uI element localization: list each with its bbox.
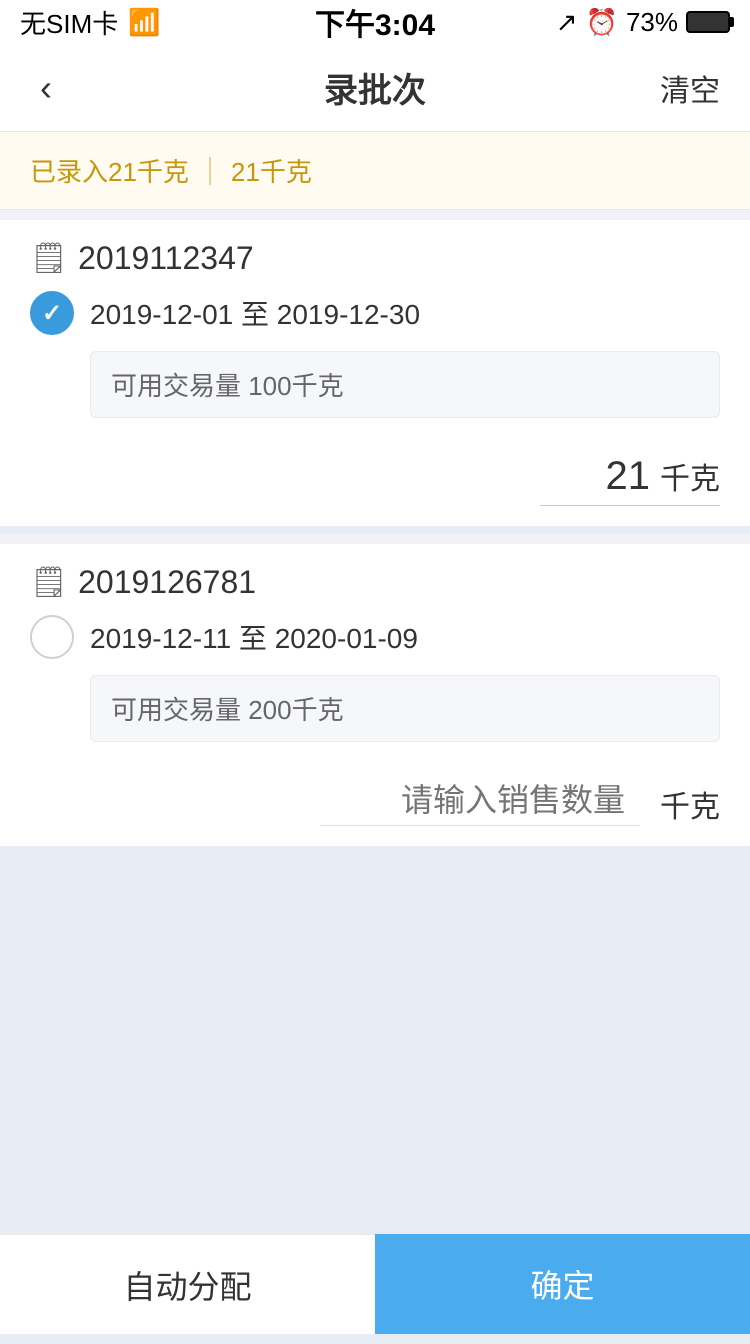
info-bar: 已录入21千克 21千克 xyxy=(0,132,750,210)
batch-date-row-1[interactable]: 2019-12-01 至 2019-12-30 xyxy=(30,291,720,335)
status-time: 下午3:04 xyxy=(315,0,435,44)
input-wrap-2 xyxy=(320,782,640,826)
status-right: ↗ ⏰ 73% xyxy=(556,7,730,38)
status-bar: 无SIM卡 📶 下午3:04 ↗ ⏰ 73% xyxy=(0,0,750,44)
wifi-icon: 📶 xyxy=(128,7,160,38)
batch-date-2: 2019-12-11 至 2020-01-09 xyxy=(90,617,418,657)
batch-doc-icon-2: 🗒 xyxy=(30,565,68,600)
amount-value-1: 21 xyxy=(606,454,651,499)
status-left: 无SIM卡 📶 xyxy=(20,4,161,41)
nav-bar: ‹ 录批次 清空 xyxy=(0,44,750,132)
amount-row-1: 21 千克 xyxy=(0,438,750,534)
input-unit-2: 千克 xyxy=(660,782,720,826)
batch-qty-1: 可用交易量 100千克 xyxy=(90,351,720,418)
batch-id-row-1: 🗒 2019112347 xyxy=(30,240,720,277)
amount-border-1 xyxy=(540,505,720,506)
back-button[interactable]: ‹ xyxy=(30,57,62,119)
alarm-icon: ⏰ xyxy=(586,7,618,38)
radio-2[interactable] xyxy=(30,615,74,659)
qty-input-2[interactable] xyxy=(340,782,640,819)
batch-id-row-2: 🗒 2019126781 xyxy=(30,564,720,601)
batch-id-2: 2019126781 xyxy=(78,564,256,601)
info-divider xyxy=(209,157,211,185)
input-row-2: 千克 xyxy=(0,762,750,854)
battery-text: 73% xyxy=(626,7,678,38)
input-underline-2 xyxy=(320,825,640,826)
bottom-bar: 自动分配 确定 xyxy=(0,1234,750,1334)
confirm-button[interactable]: 确定 xyxy=(375,1234,750,1334)
batch-date-row-2[interactable]: 2019-12-11 至 2020-01-09 xyxy=(30,615,720,659)
batch-doc-icon-1: 🗒 xyxy=(30,241,68,276)
recorded-label: 已录入21千克 xyxy=(30,152,189,189)
sim-text: 无SIM卡 xyxy=(20,4,118,41)
batch-id-1: 2019112347 xyxy=(78,240,254,277)
batch-item-1: 🗒 2019112347 2019-12-01 至 2019-12-30 可用交… xyxy=(0,220,750,438)
clear-button[interactable]: 清空 xyxy=(660,66,720,110)
page-title: 录批次 xyxy=(324,63,426,112)
amount-unit-1: 千克 xyxy=(660,454,720,498)
batch-qty-2: 可用交易量 200千克 xyxy=(90,675,720,742)
recorded-value: 21千克 xyxy=(231,152,312,189)
batch-date-1: 2019-12-01 至 2019-12-30 xyxy=(90,293,420,333)
battery-icon xyxy=(686,11,730,33)
auto-distribute-button[interactable]: 自动分配 xyxy=(0,1234,375,1334)
amount-wrap-1: 21 千克 xyxy=(540,454,720,506)
amount-num-1: 21 千克 xyxy=(606,454,721,499)
batch-item-2: 🗒 2019126781 2019-12-11 至 2020-01-09 可用交… xyxy=(0,544,750,762)
location-icon: ↗ xyxy=(556,7,578,38)
radio-1[interactable] xyxy=(30,291,74,335)
